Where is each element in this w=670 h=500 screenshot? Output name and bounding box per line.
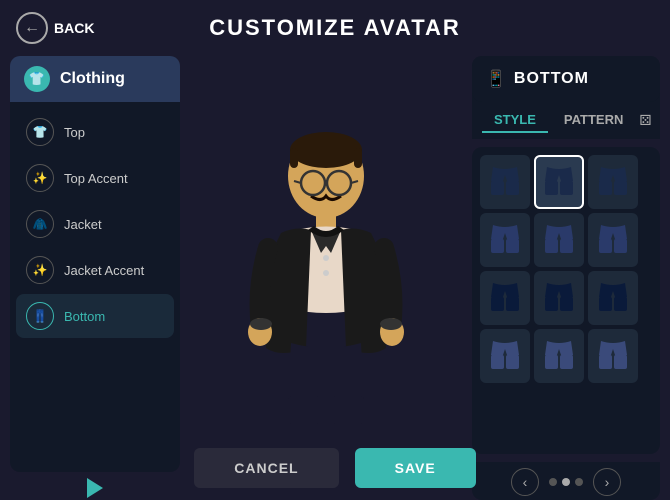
style-cell-1-2[interactable] [588, 213, 638, 267]
avatar-svg [226, 108, 426, 448]
jacket-accent-label: Jacket Accent [64, 263, 144, 278]
style-cell-0-1[interactable] [534, 155, 584, 209]
style-cell-2-2[interactable] [588, 271, 638, 325]
bottom-icon: 👖 [26, 302, 54, 330]
sidebar-item-bottom[interactable]: 👖 Bottom [16, 294, 174, 338]
style-grid [472, 147, 660, 454]
avatar-area [190, 56, 462, 500]
top-accent-icon: ✨ [26, 164, 54, 192]
pants-icon-3-0 [489, 337, 521, 375]
tab-style[interactable]: STYLE [482, 108, 548, 133]
bottom-bar: CANCEL SAVE [0, 448, 670, 488]
bottom-panel-icon: 📱 [486, 69, 506, 89]
style-cell-1-1[interactable] [534, 213, 584, 267]
category-label: Clothing [60, 70, 125, 88]
save-button[interactable]: SAVE [355, 448, 476, 488]
back-circle-icon: ← [16, 12, 48, 44]
avatar-container [216, 98, 436, 458]
pants-icon-1-1 [543, 221, 575, 259]
back-label: BACK [54, 20, 94, 36]
cancel-button[interactable]: CANCEL [194, 448, 338, 488]
sidebar-item-top[interactable]: 👕 Top [16, 110, 174, 154]
panel-header: 📱 BOTTOM [472, 56, 660, 102]
grid-row-0 [480, 155, 652, 209]
pants-icon-2-1 [543, 279, 575, 317]
sidebar-item-jacket[interactable]: 🧥 Jacket [16, 202, 174, 246]
grid-row-2 [480, 271, 652, 325]
jacket-accent-icon: ✨ [26, 256, 54, 284]
back-button[interactable]: ← BACK [16, 12, 94, 44]
sidebar-item-top-accent[interactable]: ✨ Top Accent [16, 156, 174, 200]
style-cell-3-2[interactable] [588, 329, 638, 383]
tab-pattern[interactable]: PATTERN [552, 108, 635, 133]
pants-icon-0-1 [543, 163, 575, 201]
style-cell-3-1[interactable] [534, 329, 584, 383]
sidebar-items-list: 👕 Top ✨ Top Accent 🧥 Jacket ✨ Jacket Accent 👖 Bot… [10, 102, 180, 472]
pants-icon-2-2 [597, 279, 629, 317]
clothing-icon: 👕 [24, 66, 50, 92]
pants-icon-0-0 [489, 163, 521, 201]
style-cell-0-2[interactable] [588, 155, 638, 209]
pants-icon-2-0 [489, 279, 521, 317]
pants-icon-3-2 [597, 337, 629, 375]
main-content: 👕 Clothing 👕 Top ✨ Top Accent 🧥 Jacket ✨ Jacket… [0, 56, 670, 500]
panel-tabs-row: STYLE PATTERN ⚄ [472, 102, 660, 139]
top-icon: 👕 [26, 118, 54, 146]
right-panel: 📱 BOTTOM STYLE PATTERN ⚄ ‹ › [472, 56, 660, 500]
header: ← BACK CUSTOMIZE AVATAR [0, 0, 670, 56]
jacket-label: Jacket [64, 217, 102, 232]
top-label: Top [64, 125, 85, 140]
style-cell-0-0[interactable] [480, 155, 530, 209]
top-accent-label: Top Accent [64, 171, 128, 186]
style-cell-3-0[interactable] [480, 329, 530, 383]
pants-icon-3-1 [543, 337, 575, 375]
page-title: CUSTOMIZE AVATAR [209, 15, 461, 41]
pants-icon-1-0 [489, 221, 521, 259]
sidebar-category: 👕 Clothing [10, 56, 180, 102]
bottom-label: Bottom [64, 309, 105, 324]
grid-row-3 [480, 329, 652, 383]
panel-top-area: 📱 BOTTOM STYLE PATTERN ⚄ [472, 56, 660, 139]
grid-row-1 [480, 213, 652, 267]
panel-title: BOTTOM [514, 70, 589, 88]
style-cell-2-0[interactable] [480, 271, 530, 325]
jacket-icon: 🧥 [26, 210, 54, 238]
pants-icon-1-2 [597, 221, 629, 259]
style-cell-1-0[interactable] [480, 213, 530, 267]
pants-icon-0-2 [597, 163, 629, 201]
random-icon[interactable]: ⚄ [639, 109, 651, 133]
sidebar-item-jacket-accent[interactable]: ✨ Jacket Accent [16, 248, 174, 292]
sidebar: 👕 Clothing 👕 Top ✨ Top Accent 🧥 Jacket ✨ Jacket… [10, 56, 180, 500]
style-cell-2-1[interactable] [534, 271, 584, 325]
